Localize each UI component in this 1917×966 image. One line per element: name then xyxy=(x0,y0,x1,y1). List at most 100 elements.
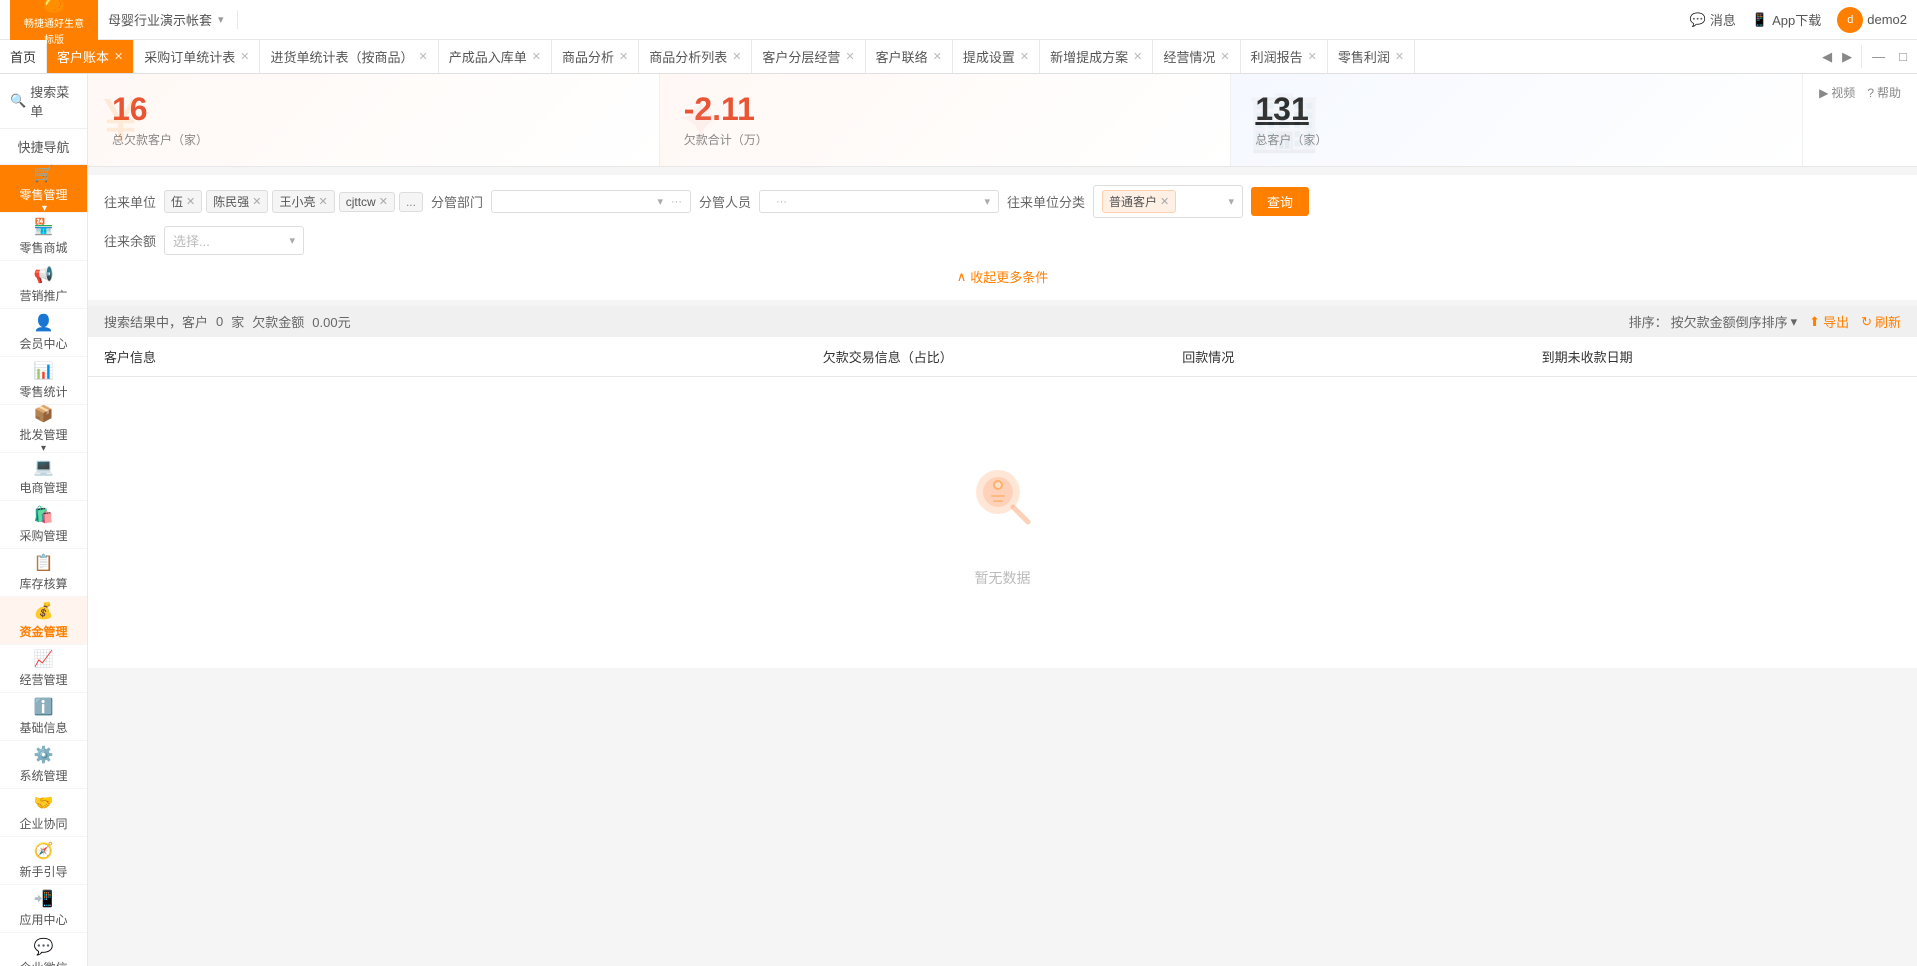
result-text-prefix: 搜索结果中，客户 xyxy=(104,312,208,331)
message-icon: 💬 xyxy=(1690,12,1706,28)
person-more-btn[interactable]: ··· xyxy=(776,196,787,208)
sidebar-item-retail-mall[interactable]: 🏪 零售商城 xyxy=(0,213,87,261)
empty-text: 暂无数据 xyxy=(975,568,1031,588)
sidebar-item-new-guide[interactable]: 🧭 新手引导 xyxy=(0,837,87,885)
result-jia: 家 xyxy=(231,312,244,331)
sidebar-item-retail-stats[interactable]: 📊 零售统计 xyxy=(0,357,87,405)
stat-card-total-debtors: ¥ 16 总欠款客户（家） xyxy=(88,74,660,166)
tab-customer-ledger-close[interactable]: ✕ xyxy=(114,50,123,63)
th-repayment: 回款情况 xyxy=(1182,347,1541,366)
sort-selector[interactable]: 排序： 按欠款金额倒序排序 ▾ xyxy=(1629,312,1798,331)
sidebar-item-ecom-mgmt[interactable]: 💻 电商管理 xyxy=(0,453,87,501)
filter-tag-wu[interactable]: 伍 ✕ xyxy=(164,190,202,213)
logo: 🍊 畅捷通好生意 标版 xyxy=(10,0,98,40)
balance-filter-select[interactable]: 选择... ▾ xyxy=(164,226,304,255)
sidebar-item-corp-collab[interactable]: 🤝 企业协同 xyxy=(0,789,87,837)
sidebar-item-wholesale-mgmt[interactable]: 📦 批发管理 ▾ xyxy=(0,405,87,453)
tag-close-cjttcw[interactable]: ✕ xyxy=(379,195,388,208)
tab-inbound-stats[interactable]: 进货单统计表（按商品） ✕ xyxy=(260,40,438,74)
tab-home-label: 首页 xyxy=(10,47,36,66)
filter-area: 往来单位 伍 ✕ 陈民强 ✕ 王小亮 ✕ cjttcw xyxy=(88,175,1917,300)
close-icon[interactable]: ✕ xyxy=(1220,50,1229,63)
dept-filter-select[interactable]: ▾ ··· xyxy=(491,190,691,213)
video-btn[interactable]: ▶ 视频 xyxy=(1819,84,1855,101)
inventory-icon: 📋 xyxy=(34,553,54,573)
filter-tag-more[interactable]: ... xyxy=(399,192,423,212)
content-area: ¥ 16 总欠款客户（家） ✦ -2.11 欠款合计（万） 🏢 131 总客户（… xyxy=(88,74,1917,966)
sidebar-item-sys-mgmt[interactable]: ⚙️ 系统管理 xyxy=(0,741,87,789)
sidebar-item-corp-wechat[interactable]: 💬 企业微信 xyxy=(0,933,87,966)
close-icon[interactable]: ✕ xyxy=(1308,50,1317,63)
tab-label: 零售利润 xyxy=(1338,47,1390,66)
tag-close-normal[interactable]: ✕ xyxy=(1160,195,1169,208)
tab-customer-contact[interactable]: 客户联络 ✕ xyxy=(866,40,953,74)
sidebar-item-label: 企业协同 xyxy=(19,815,67,832)
tab-product-analysis[interactable]: 商品分析 ✕ xyxy=(552,40,639,74)
query-button[interactable]: 查询 xyxy=(1251,187,1309,216)
tab-commission-settings[interactable]: 提成设置 ✕ xyxy=(953,40,1040,74)
dept-more-btn[interactable]: ··· xyxy=(671,196,682,208)
export-icon: ⬆ xyxy=(1809,314,1820,330)
wholesale-icon: 📦 xyxy=(34,404,54,424)
user-menu[interactable]: d demo2 xyxy=(1837,7,1907,33)
sidebar-item-ops-mgmt[interactable]: 📈 经营管理 xyxy=(0,645,87,693)
nav-prev-icon[interactable]: ◀ xyxy=(1817,45,1837,69)
close-icon[interactable]: ✕ xyxy=(933,50,942,63)
sidebar-item-app-center[interactable]: 📲 应用中心 xyxy=(0,885,87,933)
message-btn[interactable]: 💬 消息 xyxy=(1690,10,1736,29)
refresh-btn[interactable]: ↻ 刷新 xyxy=(1861,312,1901,331)
close-icon[interactable]: ✕ xyxy=(240,50,249,63)
sidebar-search[interactable]: 🔍 搜索菜单 xyxy=(0,74,87,129)
filter-tag-wangxiaoliang[interactable]: 王小亮 ✕ xyxy=(272,190,334,213)
sidebar-item-purchase-mgmt[interactable]: 🛍️ 采购管理 xyxy=(0,501,87,549)
tab-product-inbound[interactable]: 产成品入库单 ✕ xyxy=(439,40,552,74)
tab-home[interactable]: 首页 xyxy=(0,40,47,74)
close-icon[interactable]: ✕ xyxy=(1020,50,1029,63)
tag-close-chenminqiang[interactable]: ✕ xyxy=(252,195,261,208)
tag-text: 伍 xyxy=(171,193,183,210)
tab-business-situation[interactable]: 经营情况 ✕ xyxy=(1153,40,1240,74)
tag-close-wu[interactable]: ✕ xyxy=(186,195,195,208)
account-arrow: ▾ xyxy=(218,13,224,26)
close-icon[interactable]: ✕ xyxy=(419,50,428,63)
sidebar-item-retail-mgmt[interactable]: 🛒 零售管理 ▾ xyxy=(0,165,87,213)
close-icon[interactable]: ✕ xyxy=(845,50,854,63)
close-icon[interactable]: ✕ xyxy=(1395,50,1404,63)
close-icon[interactable]: ✕ xyxy=(619,50,628,63)
close-icon[interactable]: ✕ xyxy=(732,50,741,63)
sidebar-item-finance-mgmt[interactable]: 💰 资金管理 xyxy=(0,597,87,645)
sidebar-quick-nav[interactable]: 快捷导航 xyxy=(0,129,87,165)
tab-new-commission[interactable]: 新增提成方案 ✕ xyxy=(1040,40,1153,74)
tab-customer-layer[interactable]: 客户分层经营 ✕ xyxy=(752,40,865,74)
filter-tag-chenminqiang[interactable]: 陈民强 ✕ xyxy=(206,190,268,213)
maximize-icon[interactable]: □ xyxy=(1893,45,1913,68)
app-download-btn[interactable]: 📱 App下载 xyxy=(1752,10,1821,29)
tab-purchase-order-stats[interactable]: 采购订单统计表 ✕ xyxy=(134,40,260,74)
sidebar-item-basic-info[interactable]: ℹ️ 基础信息 xyxy=(0,693,87,741)
collapse-filter-btn[interactable]: ∧ 收起更多条件 xyxy=(104,263,1901,290)
sidebar-item-inventory[interactable]: 📋 库存核算 xyxy=(0,549,87,597)
export-btn[interactable]: ⬆ 导出 xyxy=(1809,312,1849,331)
tag-close-wangxiaoliang[interactable]: ✕ xyxy=(319,195,328,208)
close-icon[interactable]: ✕ xyxy=(532,50,541,63)
logo-line1: 畅捷通好生意 xyxy=(24,15,84,30)
person-filter-select[interactable]: ··· ▾ xyxy=(759,190,999,213)
tab-label: 产成品入库单 xyxy=(449,47,527,66)
sidebar-item-marketing[interactable]: 📢 营销推广 xyxy=(0,261,87,309)
filter-tag-cjttcw[interactable]: cjttcw ✕ xyxy=(339,192,395,212)
dept-arrow-icon: ▾ xyxy=(657,195,663,208)
balance-placeholder: 选择... xyxy=(173,231,210,250)
export-label: 导出 xyxy=(1823,312,1849,331)
help-btn[interactable]: ? 帮助 xyxy=(1867,84,1901,101)
app-center-icon: 📲 xyxy=(34,889,54,909)
minimize-icon[interactable]: — xyxy=(1866,45,1891,68)
tab-retail-profit[interactable]: 零售利润 ✕ xyxy=(1328,40,1415,74)
guide-icon: 🧭 xyxy=(34,841,54,861)
tab-product-analysis-list[interactable]: 商品分析列表 ✕ xyxy=(639,40,752,74)
sidebar-item-member-center[interactable]: 👤 会员中心 xyxy=(0,309,87,357)
account-selector[interactable]: 母婴行业演示帐套 ▾ xyxy=(98,10,238,29)
close-icon[interactable]: ✕ xyxy=(1133,50,1142,63)
tab-profit-report[interactable]: 利润报告 ✕ xyxy=(1241,40,1328,74)
unit-type-filter-select[interactable]: 普通客户 ✕ ▾ xyxy=(1093,185,1243,218)
nav-next-icon[interactable]: ▶ xyxy=(1837,45,1857,69)
